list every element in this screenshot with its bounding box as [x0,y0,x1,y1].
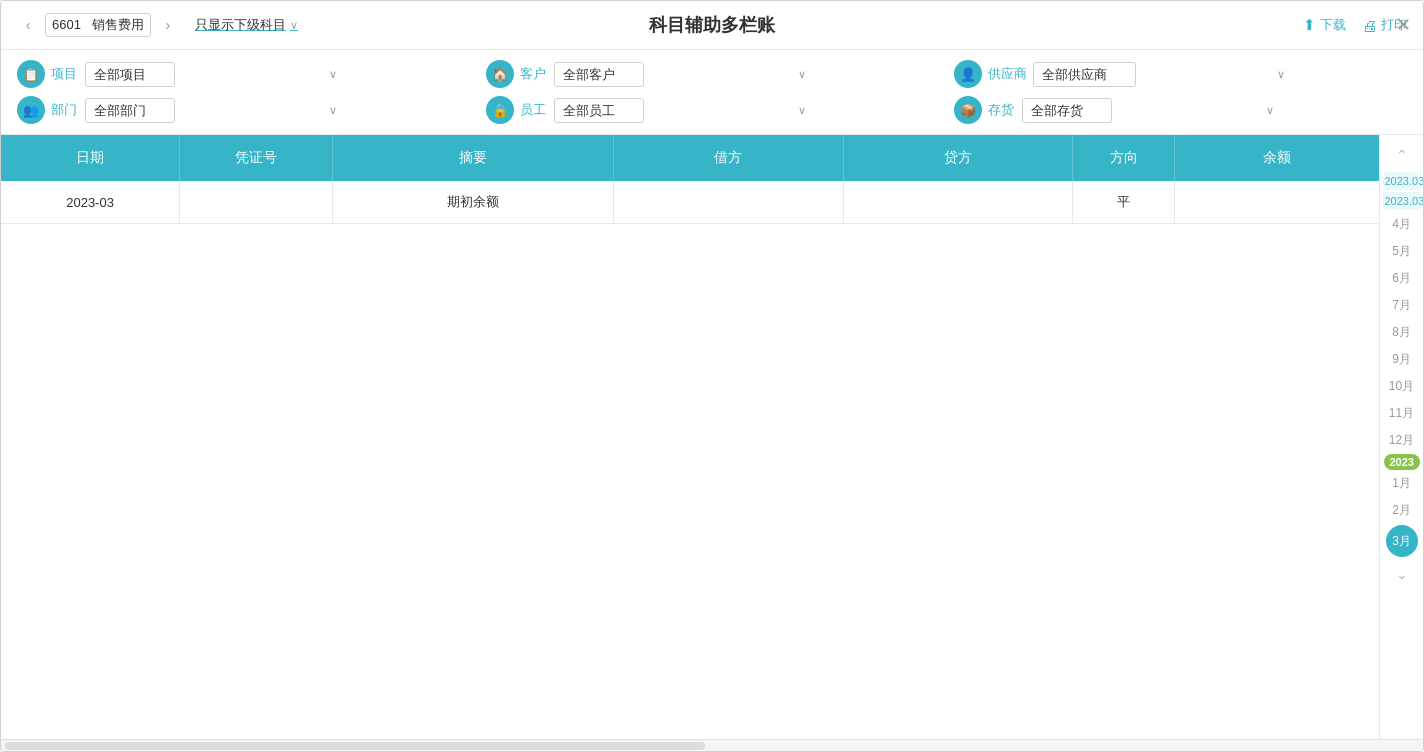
account-code: 6601 [52,17,81,32]
cell-date: 2023-03 [1,181,180,224]
filter-supplier: 👤 供应商 全部供应商 [954,60,1407,88]
close-button[interactable]: ✕ [1396,16,1411,34]
cell-debit [613,181,843,224]
sidebar-month-9[interactable]: 9月 [1384,346,1420,373]
col-header-balance: 余额 [1175,135,1379,181]
sidebar-month-2[interactable]: 2月 [1384,497,1420,524]
col-header-summary: 摘要 [333,135,614,181]
cell-voucher [180,181,333,224]
sidebar-month-1[interactable]: 1月 [1384,470,1420,497]
project-label: 项目 [51,65,79,83]
customer-label: 客户 [520,65,548,83]
col-header-credit: 贷方 [843,135,1073,181]
project-icon: 📋 [17,60,45,88]
scroll-track [5,742,705,750]
bottom-scrollbar[interactable] [1,739,1423,751]
account-label: 6601 销售费用 [45,13,151,37]
sidebar-month-4[interactable]: 4月 [1384,211,1420,238]
sidebar-month-7[interactable]: 7月 [1384,292,1420,319]
chevron-down-icon: ∨ [290,19,298,32]
inventory-label: 存货 [988,101,1016,119]
cell-balance [1175,181,1379,224]
filter-customer: 🏠 客户 全部客户 [486,60,939,88]
right-sidebar: ⌃ 2023.03 2023.03 4月 5月 6月 7月 8月 9月 10月 … [1379,135,1423,739]
period-indicator-1[interactable]: 2023.03 [1383,172,1421,190]
sidebar-month-10[interactable]: 10月 [1384,373,1420,400]
period-indicator-2[interactable]: 2023.03 [1383,192,1421,210]
filter-project: 📋 项目 全部项目 [17,60,470,88]
filter-label: 只显示下级科目 [195,16,286,34]
col-header-debit: 借方 [613,135,843,181]
col-header-direction: 方向 [1073,135,1175,181]
show-sub-accounts-button[interactable]: 只显示下级科目 ∨ [195,16,298,34]
col-header-voucher: 凭证号 [180,135,333,181]
account-navigation: ‹ 6601 销售费用 › [17,13,179,37]
prev-account-button[interactable]: ‹ [17,14,39,36]
supplier-label: 供应商 [988,65,1027,83]
employee-icon: 🔒 [486,96,514,124]
print-icon: 🖨 [1362,17,1377,34]
customer-select[interactable]: 全部客户 [554,62,644,87]
download-button[interactable]: ⬆ 下载 [1303,16,1346,34]
sidebar-month-11[interactable]: 11月 [1384,400,1420,427]
department-icon: 👥 [17,96,45,124]
col-header-date: 日期 [1,135,180,181]
cell-summary: 期初余额 [333,181,614,224]
filter-area: 📋 项目 全部项目 🏠 客户 全部客户 👤 供应商 [1,50,1423,135]
sidebar-month-6[interactable]: 6月 [1384,265,1420,292]
sidebar-scroll-down-button[interactable]: ⌄ [1386,558,1418,590]
employee-select[interactable]: 全部员工 [554,98,644,123]
filter-row-2: 👥 部门 全部部门 🔒 员工 全部员工 📦 存货 [17,96,1407,124]
table-row[interactable]: 2023-03 期初余额 平 [1,181,1379,224]
sidebar-month-5[interactable]: 5月 [1384,238,1420,265]
sidebar-month-3[interactable]: 3月 [1386,525,1418,557]
account-name: 销售费用 [92,17,144,32]
inventory-icon: 📦 [954,96,982,124]
download-icon: ⬆ [1303,16,1316,34]
supplier-icon: 👤 [954,60,982,88]
project-select[interactable]: 全部项目 [85,62,175,87]
ledger-table: 日期 凭证号 摘要 借方 贷方 方向 余额 2023-03 期初余额 [1,135,1379,224]
cell-direction: 平 [1073,181,1175,224]
employee-label: 员工 [520,101,548,119]
sidebar-scroll-up-button[interactable]: ⌃ [1386,139,1418,171]
sidebar-year-badge[interactable]: 2023 [1384,454,1420,470]
main-content: 日期 凭证号 摘要 借方 贷方 方向 余额 2023-03 期初余额 [1,135,1423,739]
supplier-select[interactable]: 全部供应商 [1033,62,1136,87]
filter-row-1: 📋 项目 全部项目 🏠 客户 全部客户 👤 供应商 [17,60,1407,88]
next-account-button[interactable]: › [157,14,179,36]
inventory-select[interactable]: 全部存货 [1022,98,1112,123]
download-label: 下载 [1320,16,1346,34]
filter-employee: 🔒 员工 全部员工 [486,96,939,124]
main-window: ‹ 6601 销售费用 › 只显示下级科目 ∨ 科目辅助多栏账 ⬆ 下载 🖨 打… [0,0,1424,752]
top-actions: ⬆ 下载 🖨 打印 [1303,16,1407,34]
customer-icon: 🏠 [486,60,514,88]
department-select[interactable]: 全部部门 [85,98,175,123]
department-label: 部门 [51,101,79,119]
page-title: 科目辅助多栏账 [649,13,775,37]
filter-department: 👥 部门 全部部门 [17,96,470,124]
filter-inventory: 📦 存货 全部存货 [954,96,1407,124]
cell-credit [843,181,1073,224]
top-bar: ‹ 6601 销售费用 › 只显示下级科目 ∨ 科目辅助多栏账 ⬆ 下载 🖨 打… [1,1,1423,50]
sidebar-month-12[interactable]: 12月 [1384,427,1420,454]
table-header-row: 日期 凭证号 摘要 借方 贷方 方向 余额 [1,135,1379,181]
table-area[interactable]: 日期 凭证号 摘要 借方 贷方 方向 余额 2023-03 期初余额 [1,135,1379,739]
sidebar-month-8[interactable]: 8月 [1384,319,1420,346]
